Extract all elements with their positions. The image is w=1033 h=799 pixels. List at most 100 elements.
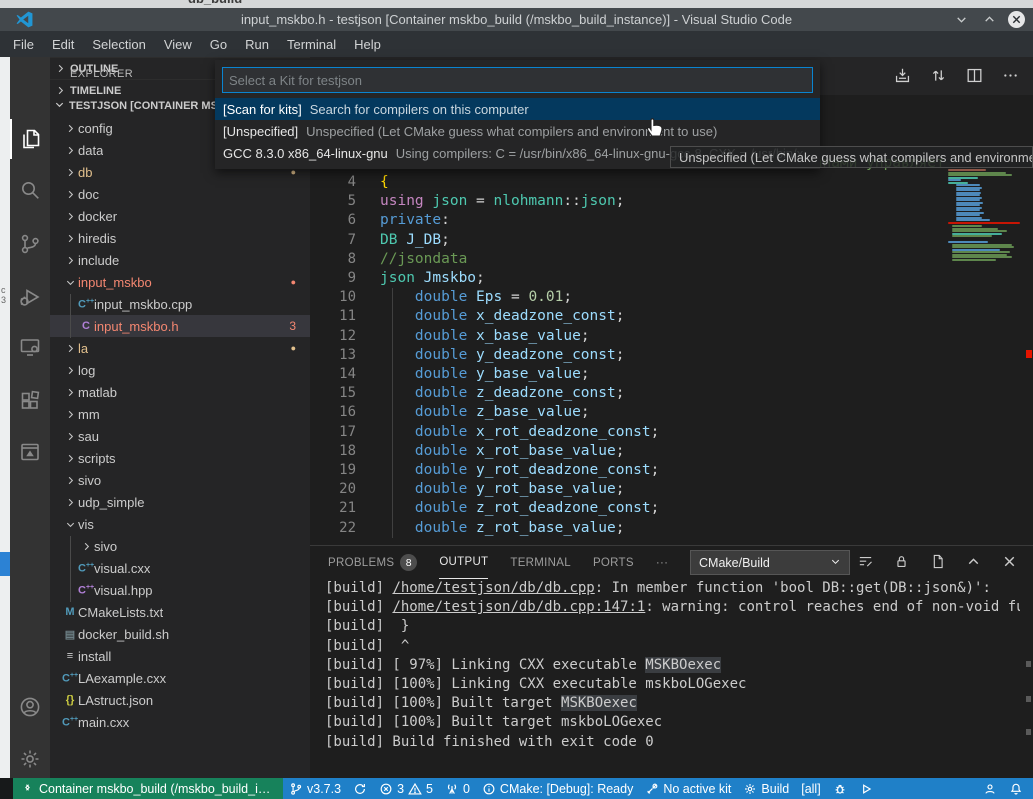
status-play[interactable]	[853, 778, 879, 799]
output-line: [build] [100%] Built target mskboLOGexec	[325, 714, 663, 731]
activity-account[interactable]	[10, 687, 50, 727]
more-actions-icon	[1001, 66, 1020, 85]
menu-file[interactable]: File	[4, 34, 43, 55]
activity-remote-explorer[interactable]	[10, 327, 50, 367]
background-window-left-strip: c3	[0, 57, 10, 778]
clear-output-icon[interactable]	[855, 551, 875, 571]
install-icon[interactable]	[891, 64, 913, 86]
tree-file-visual.hpp[interactable]: C++ visual.hpp	[50, 579, 310, 601]
menu-go[interactable]: Go	[201, 34, 236, 55]
status-info[interactable]: CMake: [Debug]: Ready	[476, 778, 639, 799]
chevron-right-icon	[62, 365, 78, 376]
status-error[interactable]: 35	[373, 778, 439, 799]
tree-item-label: hiredis	[78, 230, 117, 246]
chevron-right-icon	[62, 255, 78, 266]
more-actions-icon[interactable]	[999, 64, 1021, 86]
tree-file-LAexample.cxx[interactable]: C++ LAexample.cxx	[50, 667, 310, 689]
tree-file-CMakeLists.txt[interactable]: M CMakeLists.txt	[50, 601, 310, 623]
tree-folder-include[interactable]: include	[50, 249, 310, 271]
activity-settings[interactable]	[10, 739, 50, 779]
close-button[interactable]	[1008, 10, 1025, 28]
menu-terminal[interactable]: Terminal	[278, 34, 345, 55]
close-panel-icon[interactable]	[999, 551, 1019, 571]
tree-folder-sau[interactable]: sau	[50, 425, 310, 447]
hover-tooltip: Unspecified (Let CMake guess what compil…	[670, 146, 1033, 168]
tree-folder-docker[interactable]: docker	[50, 205, 310, 227]
activity-run-debug[interactable]	[10, 277, 50, 317]
tree-file-LAstruct.json[interactable]: {} LAstruct.json	[50, 689, 310, 711]
status-bug[interactable]	[827, 778, 853, 799]
quick-pick-input[interactable]	[222, 67, 813, 93]
tree-file-visual.cxx[interactable]: C++ visual.cxx	[50, 557, 310, 579]
tree-folder-udp_simple[interactable]: udp_simple	[50, 491, 310, 513]
status-tools[interactable]: No active kit	[639, 778, 737, 799]
play	[859, 782, 873, 796]
menu-view[interactable]: View	[155, 34, 201, 55]
chevron-right-icon	[62, 475, 78, 486]
panel-tab-output[interactable]: OUTPUT	[439, 546, 489, 579]
open-log-icon[interactable]	[927, 551, 947, 571]
panel-tab-···[interactable]: ···	[656, 546, 668, 579]
code-editor[interactable]: Ранами управляет 4{5using json = nlohman…	[310, 115, 1033, 545]
panel-tab-terminal[interactable]: TERMINAL	[510, 546, 571, 579]
activity-extensions[interactable]	[10, 381, 50, 421]
minimap[interactable]	[948, 169, 1020, 545]
tree-file-docker_build.sh[interactable]: ▤ docker_build.sh	[50, 623, 310, 645]
status-git-branch[interactable]: v3.7.3	[283, 778, 347, 799]
tree-folder-matlab[interactable]: matlab	[50, 381, 310, 403]
split-editor-icon[interactable]	[963, 64, 985, 86]
panel-tab-ports[interactable]: PORTS	[593, 546, 634, 579]
tree-file-install[interactable]: ≡ install	[50, 645, 310, 667]
panel-tab-problems[interactable]: PROBLEMS 8	[328, 546, 418, 579]
code-line: 16 double z_base_value;	[310, 403, 1033, 422]
lock-icon[interactable]	[891, 551, 911, 571]
tree-file-main.cxx[interactable]: C++ main.cxx	[50, 711, 310, 733]
menu-run[interactable]: Run	[236, 34, 278, 55]
activity-explorer[interactable]	[10, 119, 50, 159]
activity-cmake[interactable]	[10, 432, 50, 472]
activity-source-control[interactable]	[10, 224, 50, 264]
activity-search[interactable]	[10, 170, 50, 210]
code-line: 4{	[310, 173, 1033, 192]
tree-folder-log[interactable]: log	[50, 359, 310, 381]
menu-edit[interactable]: Edit	[43, 34, 83, 55]
status-gear[interactable]: Build	[737, 778, 795, 799]
tree-folder-doc[interactable]: doc	[50, 183, 310, 205]
tree-file-input_mskbo.cpp[interactable]: C++ input_mskbo.cpp	[50, 293, 310, 315]
tree-folder-la[interactable]: la ●	[50, 337, 310, 359]
remote-label: Container mskbo_build (/mskbo_build_inst…	[39, 781, 275, 796]
status-radio-tower[interactable]: 0	[439, 778, 476, 799]
quick-pick-item[interactable]: [Unspecified] Unspecified (Let CMake gues…	[215, 120, 820, 142]
status--all-[interactable]: [all]	[795, 778, 826, 799]
tree-folder-mm[interactable]: mm	[50, 403, 310, 425]
cpp-file-icon: C++	[78, 297, 95, 311]
split-editor-icon	[965, 66, 984, 85]
tree-folder-hiredis[interactable]: hiredis	[50, 227, 310, 249]
menu-selection[interactable]: Selection	[83, 34, 154, 55]
tree-folder-sivo[interactable]: sivo	[50, 535, 310, 557]
line-number: 11	[339, 308, 356, 325]
output-log[interactable]: [build] /home/testjson/db/db.cpp: In mem…	[325, 579, 1020, 775]
maximize-panel-icon[interactable]	[963, 551, 983, 571]
tree-folder-vis[interactable]: vis	[50, 513, 310, 535]
maximize-button[interactable]	[980, 10, 998, 28]
status-bell[interactable]	[1003, 778, 1029, 799]
swap-icon[interactable]	[927, 64, 949, 86]
remote-indicator[interactable]: Container mskbo_build (/mskbo_build_inst…	[13, 778, 283, 799]
tree-folder-input_mskbo[interactable]: input_mskbo ●	[50, 271, 310, 293]
minimize-button[interactable]	[952, 10, 970, 28]
status-label: 0	[462, 781, 470, 796]
status-feedback[interactable]	[977, 778, 1003, 799]
quick-pick-item[interactable]: [Scan for kits] Search for compilers on t…	[215, 98, 820, 120]
tree-file-input_mskbo.h[interactable]: Cinput_mskbo.h 3	[50, 315, 310, 337]
line-number: 18	[339, 442, 356, 459]
tree-folder-sivo[interactable]: sivo	[50, 469, 310, 491]
tree-folder-scripts[interactable]: scripts	[50, 447, 310, 469]
code-line: 10 double Eps = 0.01;	[310, 288, 1033, 307]
chevron-right-icon	[62, 409, 78, 420]
code-line: 9 json Jmskbo;	[310, 269, 1033, 288]
status-sync[interactable]	[347, 778, 373, 799]
output-channel-select[interactable]: CMake/Build	[690, 550, 850, 575]
menu-help[interactable]: Help	[345, 34, 390, 55]
code-line: 5 using json = nlohmann::json;	[310, 192, 1033, 211]
